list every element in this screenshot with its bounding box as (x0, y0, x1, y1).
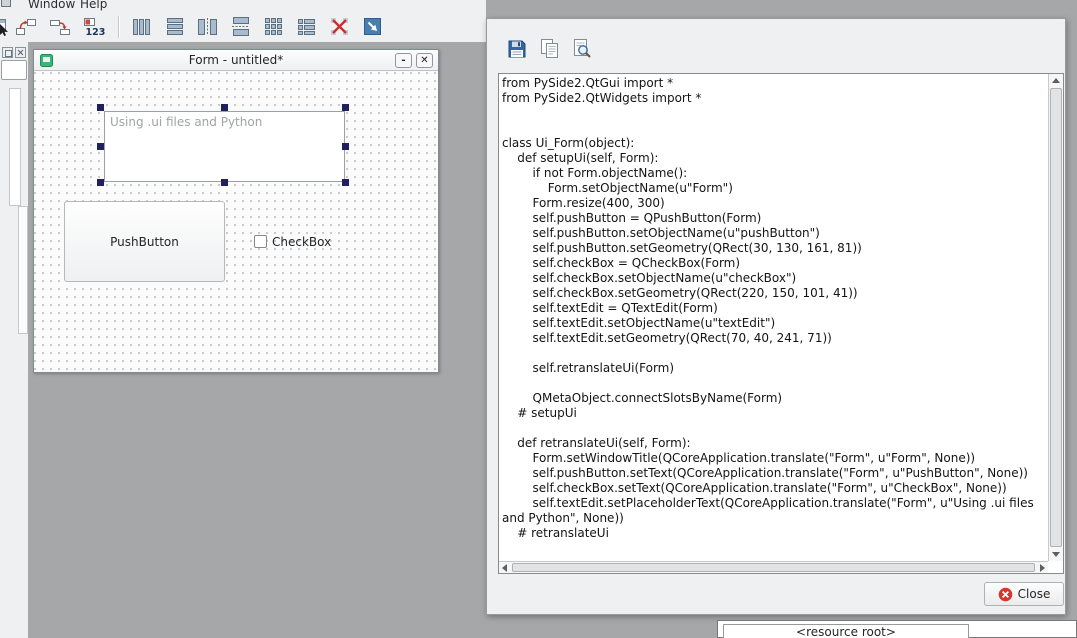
selection-handle-middle-right[interactable] (342, 143, 349, 150)
generated-python-code[interactable]: from PySide2.QtGui import * from PySide2… (502, 76, 1045, 559)
form-window-title: Form - untitled* (34, 53, 438, 67)
save-icon[interactable] (504, 36, 530, 62)
close-button[interactable]: ✕ (416, 53, 433, 68)
top-panel: Window Help (0, 0, 486, 42)
dock-close-icon[interactable] (15, 47, 26, 58)
widget-filter-input[interactable] (1, 60, 27, 80)
selection-handle-top-right[interactable] (342, 104, 349, 111)
edit-tab-order-icon[interactable]: 123 (82, 15, 106, 39)
layout-in-form-icon[interactable] (295, 15, 319, 39)
textedit-placeholder: Using .ui files and Python (110, 115, 262, 129)
qt-designer-window: Window Help (0, 0, 1077, 638)
form-designer-window: Form - untitled* - ✕ Using .ui files and… (33, 49, 439, 373)
tab-order-123-label: 123 (86, 27, 106, 38)
scroll-up-icon[interactable] (1052, 78, 1060, 83)
close-circle-icon (998, 587, 1013, 602)
app-icon (1, 0, 11, 7)
layout-in-grid-icon[interactable] (262, 15, 286, 39)
adjust-size-icon[interactable] (361, 15, 385, 39)
layout-vertically-icon[interactable] (163, 15, 187, 39)
edit-signals-slots-icon[interactable] (14, 15, 38, 39)
copy-icon[interactable] (537, 36, 563, 62)
left-dock-panel (0, 42, 28, 638)
pushbutton-label: PushButton (110, 235, 179, 249)
scroll-right-icon[interactable] (1040, 564, 1045, 572)
menu-help[interactable]: Help (80, 0, 107, 11)
selection-handle-middle-left[interactable] (97, 143, 104, 150)
layout-horizontally-in-splitter-icon[interactable] (196, 15, 220, 39)
scroll-down-icon[interactable] (1052, 552, 1060, 557)
selection-handle-top-middle[interactable] (221, 104, 228, 111)
checkbox-box-icon[interactable] (254, 235, 267, 248)
menubar: Window Help (0, 0, 486, 13)
vertical-scrollbar[interactable] (1048, 74, 1063, 561)
layout-vertically-in-splitter-icon[interactable] (229, 15, 253, 39)
horizontal-scrollbar[interactable] (499, 561, 1048, 573)
resource-root-label: <resource root> (796, 625, 896, 638)
form-canvas[interactable]: Using .ui files and Python PushButton Ch… (34, 71, 438, 372)
textedit-widget[interactable]: Using .ui files and Python (104, 111, 345, 182)
pushbutton-widget[interactable]: PushButton (64, 201, 225, 282)
edit-buddies-icon[interactable] (48, 15, 72, 39)
selection-handle-bottom-middle[interactable] (221, 179, 228, 186)
close-dialog-button[interactable]: Close (984, 582, 1064, 606)
scroll-left-icon[interactable] (502, 564, 507, 572)
minimize-button[interactable]: - (395, 53, 412, 68)
code-preview-dialog: from PySide2.QtGui import * from PySide2… (486, 18, 1066, 615)
edit-widgets-icon[interactable] (0, 15, 14, 39)
code-view[interactable]: from PySide2.QtGui import * from PySide2… (498, 73, 1064, 574)
resource-browser-panel: <resource root> (717, 620, 1077, 638)
horizontal-scrollbar-thumb[interactable] (512, 563, 1035, 572)
selection-handle-bottom-right[interactable] (342, 179, 349, 186)
widgetbox-scrollbar[interactable] (9, 88, 21, 206)
toolbar-separator (118, 16, 120, 38)
layout-horizontally-icon[interactable] (130, 15, 154, 39)
vertical-scrollbar-thumb[interactable] (1050, 88, 1062, 547)
resource-root-item[interactable]: <resource root> (723, 624, 969, 638)
find-icon[interactable] (569, 36, 595, 62)
dock-float-icon[interactable] (2, 47, 13, 58)
close-dialog-label: Close (1018, 587, 1051, 601)
toolbar: 123 (0, 13, 486, 42)
menu-window[interactable]: Window (28, 0, 75, 11)
checkbox-label: CheckBox (272, 235, 331, 249)
checkbox-widget[interactable]: CheckBox (254, 221, 355, 262)
panel-fragment (18, 206, 28, 334)
form-window-titlebar[interactable]: Form - untitled* - ✕ (34, 50, 438, 71)
selection-handle-bottom-left[interactable] (97, 179, 104, 186)
break-layout-icon[interactable] (328, 15, 352, 39)
selection-handle-top-left[interactable] (97, 104, 104, 111)
